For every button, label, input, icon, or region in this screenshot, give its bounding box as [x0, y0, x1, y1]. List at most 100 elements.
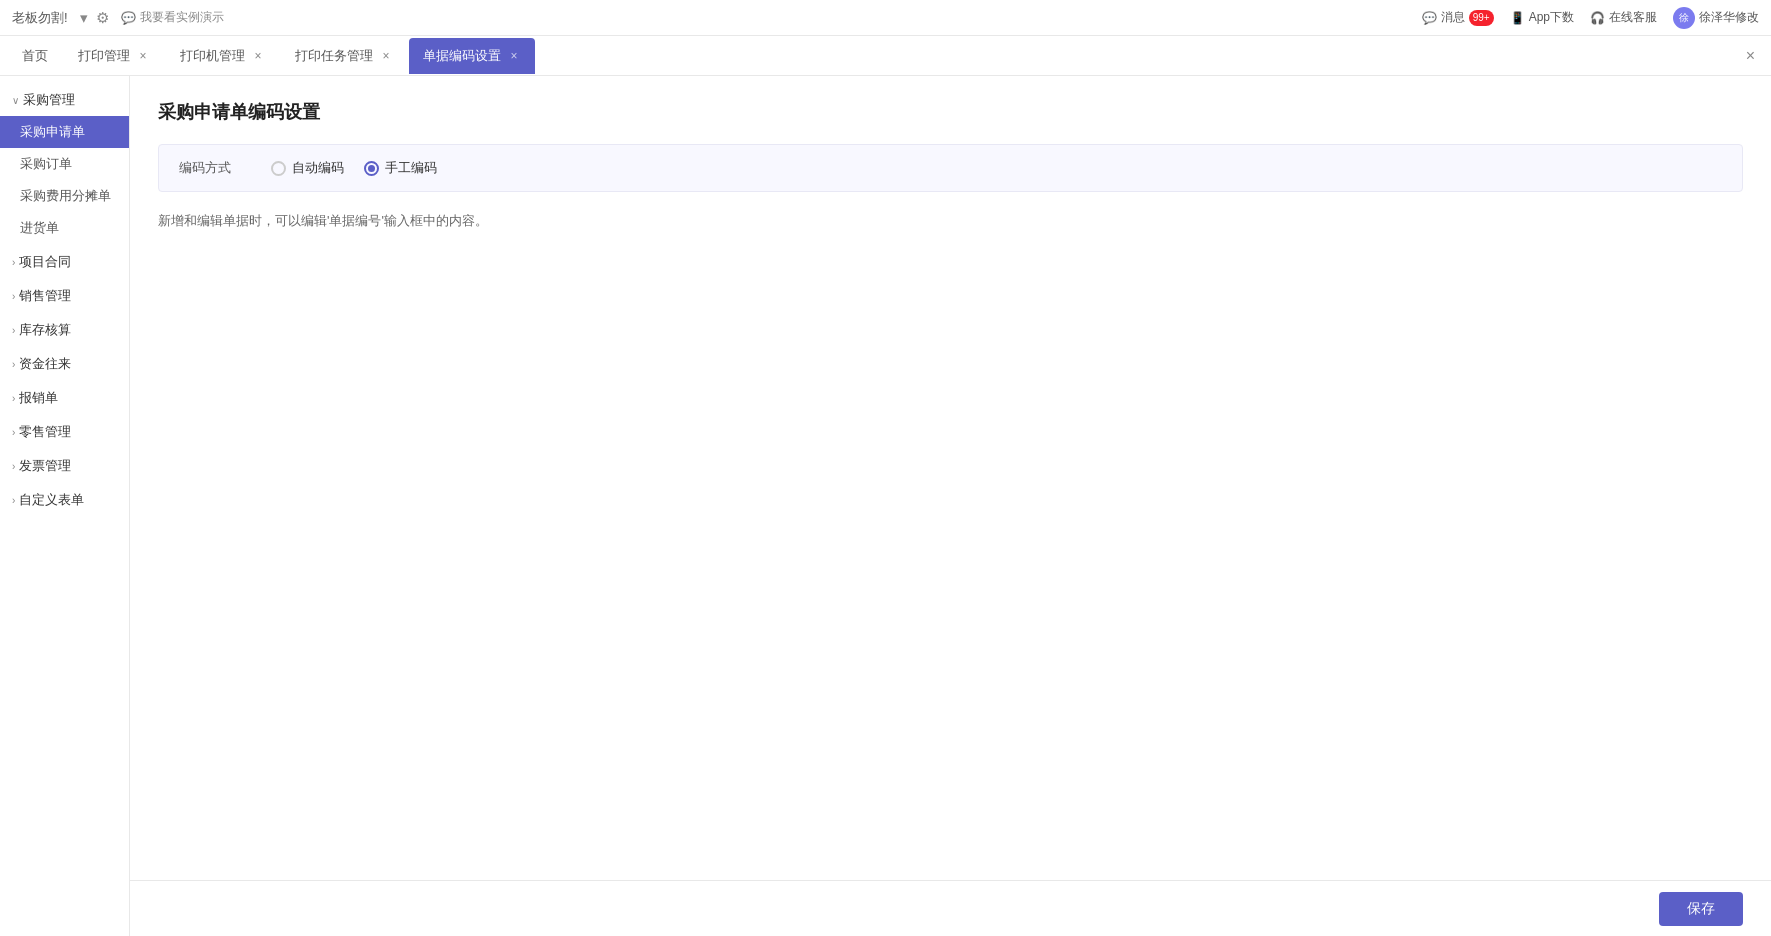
sidebar-group-procurement: ∨ 采购管理 采购申请单 采购订单 采购费用分摊单 进货单: [0, 84, 129, 244]
radio-group: 自动编码 手工编码: [271, 159, 437, 177]
sidebar-group-sales-title[interactable]: › 销售管理: [0, 280, 129, 312]
page-title: 采购申请单编码设置: [158, 100, 1743, 124]
main-layout: ∨ 采购管理 采购申请单 采购订单 采购费用分摊单 进货单 › 项目合同: [0, 76, 1771, 936]
settings-icon[interactable]: ⚙: [96, 9, 109, 27]
sidebar-group-inventory: › 库存核算: [0, 314, 129, 346]
message-button[interactable]: 💬 消息 99+: [1422, 9, 1494, 26]
tab-bar: 首页 打印管理 × 打印机管理 × 打印任务管理 × 单据编码设置 × ×: [0, 36, 1771, 76]
sidebar-item-goods-receipt-label: 进货单: [20, 220, 59, 235]
sidebar-group-invoice: › 发票管理: [0, 450, 129, 482]
dropdown-icon[interactable]: ▾: [80, 9, 88, 27]
sidebar-item-purchase-expense[interactable]: 采购费用分摊单: [0, 180, 129, 212]
top-bar-left: 老板勿割! ▾ ⚙ 💬 我要看实例演示: [12, 9, 224, 27]
top-bar: 老板勿割! ▾ ⚙ 💬 我要看实例演示 💬 消息 99+ 📱 App下数 🎧 在…: [0, 0, 1771, 36]
tab-document-code-settings[interactable]: 单据编码设置 ×: [409, 38, 535, 74]
app-download-button[interactable]: 📱 App下数: [1510, 9, 1574, 26]
sidebar-group-expense-title[interactable]: › 报销单: [0, 382, 129, 414]
sidebar-group-retail: › 零售管理: [0, 416, 129, 448]
tab-print-management-label: 打印管理: [78, 47, 130, 65]
sidebar-group-invoice-label: 发票管理: [19, 457, 71, 475]
encoding-section: 编码方式 自动编码 手工编码: [158, 144, 1743, 192]
tab-document-code-settings-label: 单据编码设置: [423, 47, 501, 65]
demo-icon: 💬: [121, 11, 136, 25]
tab-print-task-management-close[interactable]: ×: [379, 49, 393, 63]
avatar: 徐: [1673, 7, 1695, 29]
app-label: App下数: [1529, 9, 1574, 26]
sidebar-item-purchase-expense-label: 采购费用分摊单: [20, 188, 111, 203]
user-menu[interactable]: 徐 徐泽华修改: [1673, 7, 1759, 29]
sidebar-item-purchase-request-label: 采购申请单: [20, 124, 85, 139]
sidebar-item-purchase-request[interactable]: 采购申请单: [0, 116, 129, 148]
tab-document-code-settings-close[interactable]: ×: [507, 49, 521, 63]
message-badge: 99+: [1469, 10, 1494, 26]
sidebar-item-purchase-order[interactable]: 采购订单: [0, 148, 129, 180]
arrow-right-icon-3: ›: [12, 325, 15, 336]
demo-link[interactable]: 💬 我要看实例演示: [121, 9, 224, 26]
sidebar-group-invoice-title[interactable]: › 发票管理: [0, 450, 129, 482]
hint-text: 新增和编辑单据时，可以编辑'单据编号'输入框中的内容。: [158, 212, 1743, 230]
tab-print-task-management[interactable]: 打印任务管理 ×: [281, 38, 407, 74]
tab-printer-management[interactable]: 打印机管理 ×: [166, 38, 279, 74]
message-label: 消息: [1441, 9, 1465, 26]
tab-printer-management-label: 打印机管理: [180, 47, 245, 65]
sidebar-group-custom-form-title[interactable]: › 自定义表单: [0, 484, 129, 516]
sidebar-group-expense: › 报销单: [0, 382, 129, 414]
radio-manual-input[interactable]: [364, 161, 379, 176]
sidebar-group-custom-form-label: 自定义表单: [19, 491, 84, 509]
sidebar-group-project-contract-title[interactable]: › 项目合同: [0, 246, 129, 278]
service-icon: 🎧: [1590, 11, 1605, 25]
encoding-row: 编码方式 自动编码 手工编码: [179, 159, 1722, 177]
tab-print-task-management-label: 打印任务管理: [295, 47, 373, 65]
top-bar-right: 💬 消息 99+ 📱 App下数 🎧 在线客服 徐 徐泽华修改: [1422, 7, 1759, 29]
sidebar-group-procurement-title[interactable]: ∨ 采购管理: [0, 84, 129, 116]
arrow-right-icon-5: ›: [12, 393, 15, 404]
sidebar-item-goods-receipt[interactable]: 进货单: [0, 212, 129, 244]
tab-print-management-close[interactable]: ×: [136, 49, 150, 63]
arrow-right-icon-8: ›: [12, 495, 15, 506]
online-service-button[interactable]: 🎧 在线客服: [1590, 9, 1657, 26]
brand-text: 老板勿割!: [12, 9, 68, 27]
content-area: 采购申请单编码设置 编码方式 自动编码 手工编码: [130, 76, 1771, 880]
arrow-right-icon-7: ›: [12, 461, 15, 472]
top-bar-icons: ▾ ⚙: [80, 9, 109, 27]
arrow-right-icon-4: ›: [12, 359, 15, 370]
tab-print-management[interactable]: 打印管理 ×: [64, 38, 164, 74]
arrow-right-icon-1: ›: [12, 257, 15, 268]
radio-auto-input[interactable]: [271, 161, 286, 176]
sidebar-group-procurement-label: 采购管理: [23, 91, 75, 109]
sidebar-group-expense-label: 报销单: [19, 389, 58, 407]
username-label: 徐泽华修改: [1699, 9, 1759, 26]
tab-home-label: 首页: [22, 47, 48, 65]
sidebar-group-capital: › 资金往来: [0, 348, 129, 380]
radio-manual-label: 手工编码: [385, 159, 437, 177]
encoding-label: 编码方式: [179, 159, 239, 177]
sidebar-group-sales: › 销售管理: [0, 280, 129, 312]
radio-auto-item[interactable]: 自动编码: [271, 159, 344, 177]
arrow-right-icon-6: ›: [12, 427, 15, 438]
sidebar-group-capital-title[interactable]: › 资金往来: [0, 348, 129, 380]
main-content: 采购申请单编码设置 编码方式 自动编码 手工编码: [130, 76, 1771, 936]
footer-bar: 保存: [130, 880, 1771, 936]
tab-bar-close-all[interactable]: ×: [1738, 47, 1763, 65]
sidebar-group-retail-label: 零售管理: [19, 423, 71, 441]
sidebar-group-project-contract: › 项目合同: [0, 246, 129, 278]
arrow-down-icon: ∨: [12, 95, 19, 106]
sidebar-group-custom-form: › 自定义表单: [0, 484, 129, 516]
service-label: 在线客服: [1609, 9, 1657, 26]
sidebar-group-retail-title[interactable]: › 零售管理: [0, 416, 129, 448]
message-icon: 💬: [1422, 11, 1437, 25]
sidebar-group-inventory-title[interactable]: › 库存核算: [0, 314, 129, 346]
radio-manual-item[interactable]: 手工编码: [364, 159, 437, 177]
sidebar: ∨ 采购管理 采购申请单 采购订单 采购费用分摊单 进货单 › 项目合同: [0, 76, 130, 936]
save-button[interactable]: 保存: [1659, 892, 1743, 926]
demo-text: 我要看实例演示: [140, 9, 224, 26]
sidebar-item-purchase-order-label: 采购订单: [20, 156, 72, 171]
radio-auto-label: 自动编码: [292, 159, 344, 177]
tab-printer-management-close[interactable]: ×: [251, 49, 265, 63]
tab-home[interactable]: 首页: [8, 38, 62, 74]
sidebar-group-project-contract-label: 项目合同: [19, 253, 71, 271]
app-icon: 📱: [1510, 11, 1525, 25]
arrow-right-icon-2: ›: [12, 291, 15, 302]
sidebar-group-capital-label: 资金往来: [19, 355, 71, 373]
sidebar-group-sales-label: 销售管理: [19, 287, 71, 305]
